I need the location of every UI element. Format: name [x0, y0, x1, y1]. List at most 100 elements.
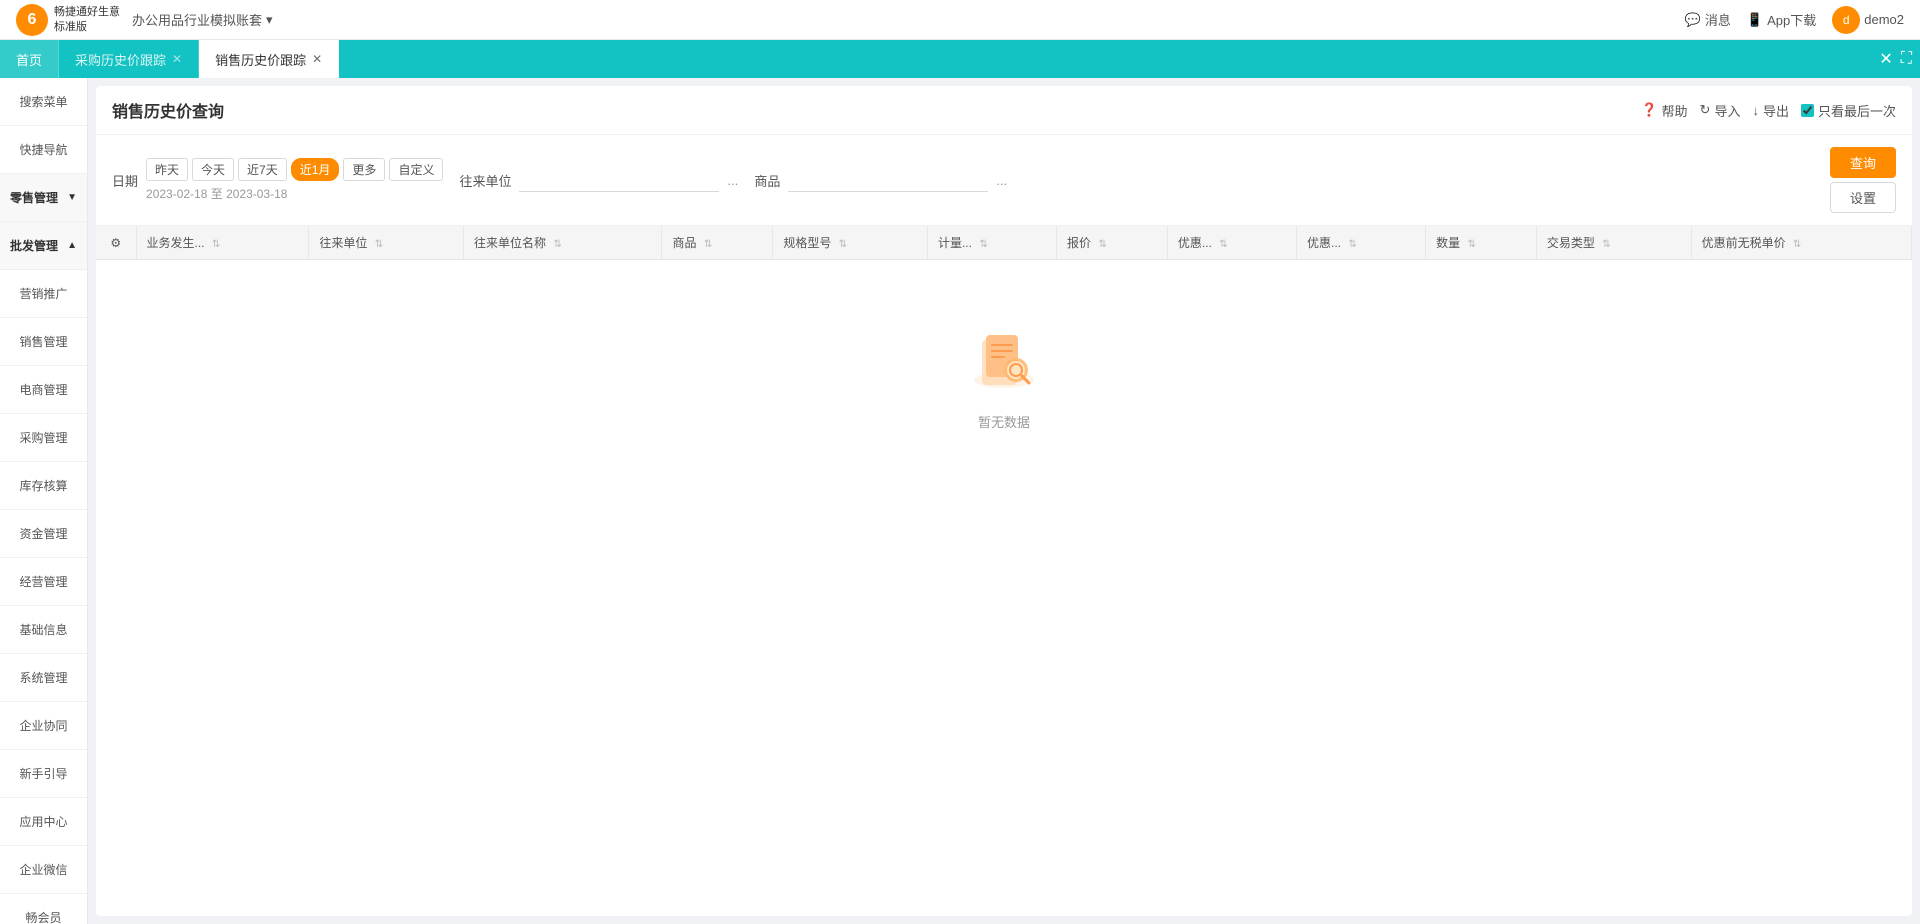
- sidebar-item-retail-mgmt[interactable]: 零售管理 ▼: [0, 174, 87, 222]
- logo-area: 6 畅捷通好生意 标准版: [16, 4, 120, 36]
- sort-icon-quantity: ⇅: [1467, 239, 1475, 250]
- sidebar-item-new-guide[interactable]: 新手引导: [0, 750, 87, 798]
- date-yesterday[interactable]: 昨天: [146, 158, 188, 181]
- messaging-btn[interactable]: 💬 消息: [1685, 10, 1731, 29]
- sidebar-item-marketing[interactable]: 营销推广: [0, 270, 87, 318]
- wholesale-mgmt-label: 批发管理: [10, 237, 58, 254]
- table-header-row: ⚙ 业务发生... ⇅ 往来单位 ⇅ 往来单位名称: [96, 226, 1912, 260]
- close-all-tabs[interactable]: ✕: [1879, 49, 1892, 69]
- logo-icon: 6: [16, 4, 48, 36]
- tab-sales-history[interactable]: 销售历史价跟踪 ✕: [199, 40, 339, 78]
- sort-icon-counterparty-name: ⇅: [553, 239, 561, 250]
- product-filter-group: 商品 ...: [754, 168, 1007, 192]
- app-download-btn[interactable]: 📱 App下载: [1747, 10, 1816, 29]
- empty-icon: [964, 320, 1044, 400]
- message-icon: 💬: [1685, 12, 1701, 28]
- date-filter-group: 日期 昨天 今天 近7天 近1月 更多 自定义 2023-02-18 至 202…: [112, 158, 443, 202]
- export-icon: ↓: [1752, 103, 1759, 118]
- product-input[interactable]: [788, 168, 988, 192]
- sidebar-item-quick-nav[interactable]: 快捷导航: [0, 126, 87, 174]
- sidebar-item-business[interactable]: 经营管理: [0, 558, 87, 606]
- table-col-quote[interactable]: 报价 ⇅: [1057, 226, 1168, 260]
- tab-sales-label: 销售历史价跟踪: [215, 50, 306, 69]
- counterparty-input[interactable]: [519, 168, 719, 192]
- sidebar-item-sales-mgmt[interactable]: 销售管理: [0, 318, 87, 366]
- table-col-unit[interactable]: 计量... ⇅: [927, 226, 1056, 260]
- sidebar-item-finance[interactable]: 资金管理: [0, 510, 87, 558]
- sidebar-item-membership[interactable]: 畅会员: [0, 894, 87, 924]
- date-last7days[interactable]: 近7天: [238, 158, 287, 181]
- system-label: 系统管理: [19, 669, 67, 686]
- import-btn[interactable]: ↻ 导入: [1700, 101, 1741, 120]
- close-purchase-tab[interactable]: ✕: [172, 52, 182, 66]
- query-button[interactable]: 查询: [1830, 147, 1896, 178]
- tab-home[interactable]: 首页: [0, 40, 59, 78]
- help-btn[interactable]: ❓ 帮助: [1641, 101, 1687, 120]
- table-col-pre-discount-price[interactable]: 优惠前无税单价 ⇅: [1691, 226, 1911, 260]
- sidebar-item-purchase[interactable]: 采购管理: [0, 414, 87, 462]
- sidebar-item-ecommerce[interactable]: 电商管理: [0, 366, 87, 414]
- close-sales-tab[interactable]: ✕: [312, 52, 322, 66]
- membership-label: 畅会员: [25, 909, 61, 924]
- sidebar-item-system[interactable]: 系统管理: [0, 654, 87, 702]
- chevron-down-icon: ▾: [266, 12, 273, 28]
- tab-bar-actions: ✕ ⛶: [1871, 40, 1920, 78]
- search-menu-label: 搜索菜单: [19, 93, 67, 110]
- sort-icon-business-date: ⇅: [212, 239, 220, 250]
- date-label: 日期: [112, 171, 138, 190]
- business-label: 经营管理: [19, 573, 67, 590]
- content-area: 销售历史价查询 ❓ 帮助 ↻ 导入 ↓ 导出: [88, 78, 1920, 924]
- sidebar-item-basic-info[interactable]: 基础信息: [0, 606, 87, 654]
- table-col-product[interactable]: 商品 ⇅: [662, 226, 773, 260]
- counterparty-label: 往来单位: [459, 171, 511, 190]
- retail-mgmt-arrow: ▼: [67, 192, 77, 203]
- sidebar-item-enterprise-wechat[interactable]: 企业微信: [0, 846, 87, 894]
- date-custom[interactable]: 自定义: [389, 158, 443, 181]
- table-col-quantity[interactable]: 数量 ⇅: [1426, 226, 1537, 260]
- filter-bar: 日期 昨天 今天 近7天 近1月 更多 自定义 2023-02-18 至 202…: [96, 135, 1912, 226]
- tab-bar: 首页 采购历史价跟踪 ✕ 销售历史价跟踪 ✕ ✕ ⛶: [0, 40, 1920, 78]
- table-col-transaction-type[interactable]: 交易类型 ⇅: [1536, 226, 1691, 260]
- show-last-only-check[interactable]: 只看最后一次: [1801, 101, 1896, 120]
- date-more[interactable]: 更多: [343, 158, 385, 181]
- app-selector[interactable]: 办公用品行业模拟账套 ▾: [132, 10, 273, 29]
- show-last-only-checkbox[interactable]: [1801, 104, 1814, 117]
- date-today[interactable]: 今天: [192, 158, 234, 181]
- settings-button[interactable]: 设置: [1830, 182, 1896, 213]
- basic-info-label: 基础信息: [19, 621, 67, 638]
- marketing-label: 营销推广: [19, 285, 67, 302]
- filter-actions: 查询 设置: [1830, 147, 1896, 213]
- help-icon: ❓: [1641, 102, 1657, 118]
- product-label: 商品: [754, 171, 780, 190]
- export-btn[interactable]: ↓ 导出: [1752, 101, 1789, 120]
- top-bar-left: 6 畅捷通好生意 标准版 办公用品行业模拟账套 ▾: [16, 4, 273, 36]
- table-col-discount1[interactable]: 优惠... ⇅: [1167, 226, 1296, 260]
- sort-icon-pre-discount-price: ⇅: [1793, 239, 1801, 250]
- tab-purchase-history[interactable]: 采购历史价跟踪 ✕: [59, 40, 199, 78]
- tab-home-label: 首页: [16, 50, 42, 69]
- sidebar-item-inventory[interactable]: 库存核算: [0, 462, 87, 510]
- download-icon: 📱: [1747, 12, 1763, 28]
- retail-mgmt-label: 零售管理: [10, 189, 58, 206]
- table-col-settings[interactable]: ⚙: [96, 226, 136, 260]
- table-col-business-date[interactable]: 业务发生... ⇅: [136, 226, 309, 260]
- product-dots[interactable]: ...: [996, 173, 1007, 188]
- sidebar-item-app-center[interactable]: 应用中心: [0, 798, 87, 846]
- user-menu[interactable]: d demo2: [1832, 6, 1904, 34]
- table-col-counterparty[interactable]: 往来单位 ⇅: [309, 226, 464, 260]
- new-guide-label: 新手引导: [19, 765, 67, 782]
- ecommerce-label: 电商管理: [19, 381, 67, 398]
- date-filter-section: 昨天 今天 近7天 近1月 更多 自定义 2023-02-18 至 2023-0…: [146, 158, 443, 202]
- table-col-counterparty-name[interactable]: 往来单位名称 ⇅: [464, 226, 662, 260]
- table-col-spec[interactable]: 规格型号 ⇅: [773, 226, 928, 260]
- sort-icon-discount1: ⇅: [1219, 239, 1227, 250]
- counterparty-dots[interactable]: ...: [727, 173, 738, 188]
- maximize-icon[interactable]: ⛶: [1901, 50, 1912, 68]
- table-col-discount2[interactable]: 优惠... ⇅: [1296, 226, 1425, 260]
- sidebar-item-wholesale-mgmt[interactable]: 批发管理 ▲: [0, 222, 87, 270]
- top-bar: 6 畅捷通好生意 标准版 办公用品行业模拟账套 ▾ 💬 消息 📱 App下载 d…: [0, 0, 1920, 40]
- sidebar-item-search-menu[interactable]: 搜索菜单: [0, 78, 87, 126]
- sidebar-item-enterprise[interactable]: 企业协同: [0, 702, 87, 750]
- date-last1month[interactable]: 近1月: [291, 158, 340, 181]
- app-center-label: 应用中心: [19, 813, 67, 830]
